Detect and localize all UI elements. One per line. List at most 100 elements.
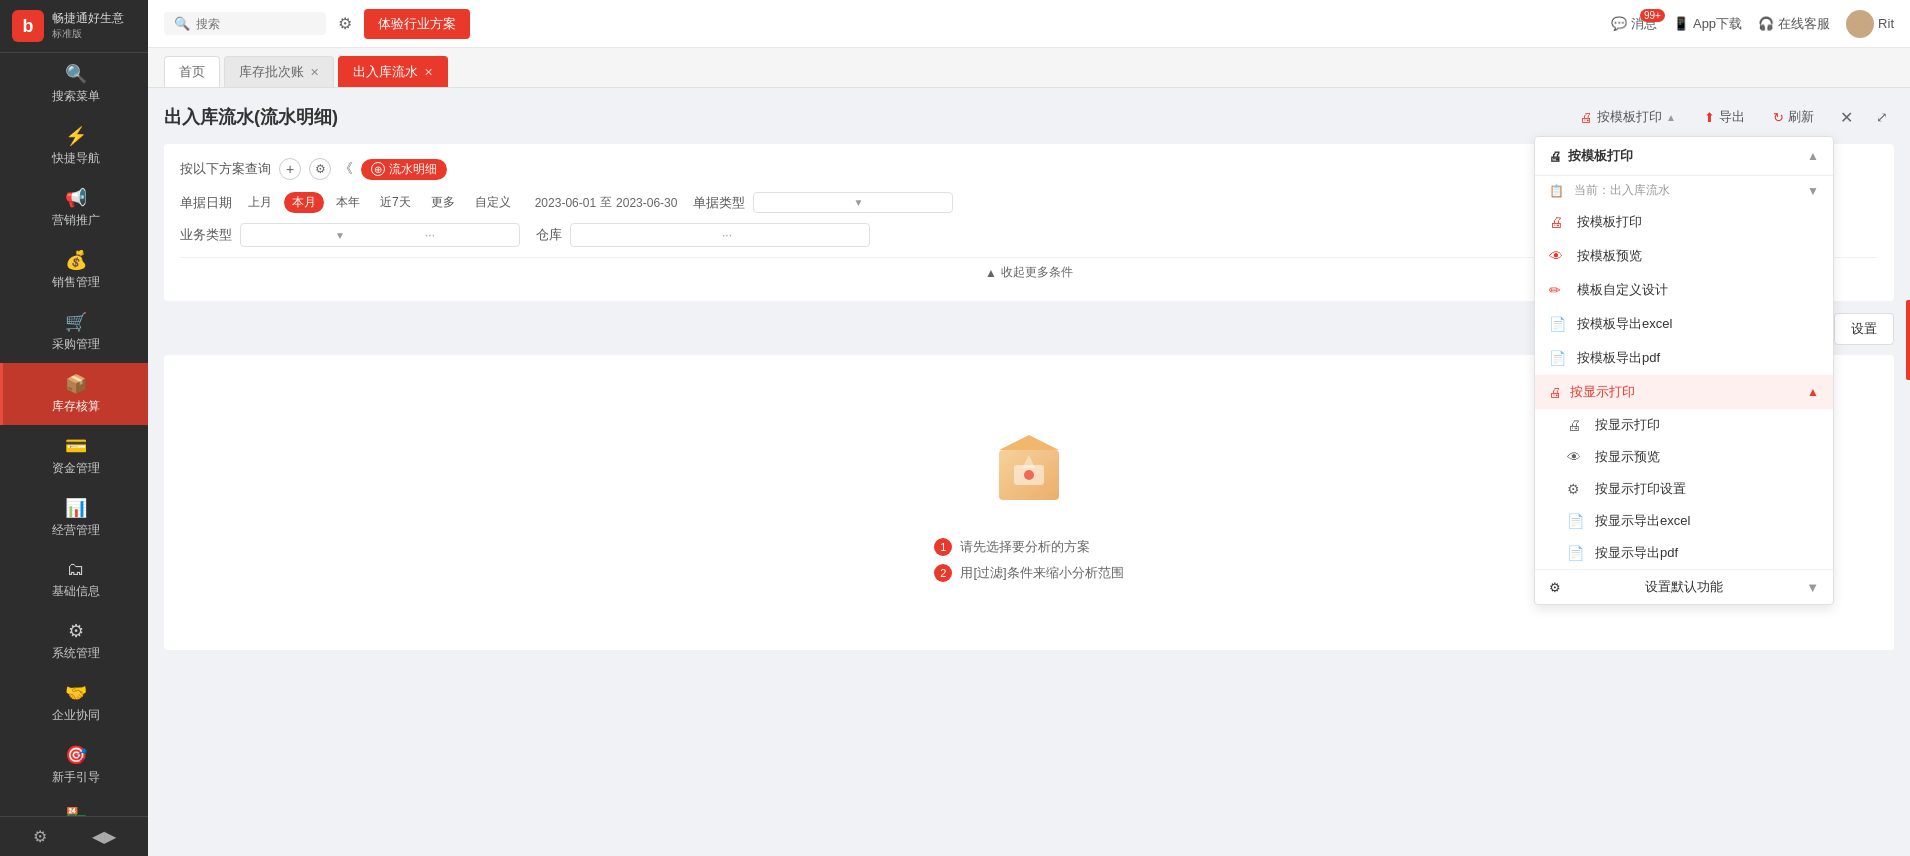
dropdown-item-template-preview[interactable]: 👁 按模板预览: [1535, 239, 1833, 273]
settings-button[interactable]: 设置: [1834, 313, 1894, 345]
system-icon: ⚙: [68, 620, 84, 642]
corp-icon: 🤝: [65, 682, 87, 704]
display-section-header[interactable]: 🖨 按显示打印 ▲: [1535, 375, 1833, 409]
dropdown-item-template-excel[interactable]: 📄 按模板导出excel: [1535, 307, 1833, 341]
dropdown-collapse-arrow[interactable]: ▲: [1807, 149, 1819, 163]
dropdown-footer-settings[interactable]: ⚙ 设置默认功能 ▼: [1535, 569, 1833, 604]
template-pdf-label: 按模板导出pdf: [1577, 349, 1660, 367]
display-section-arrow[interactable]: ▲: [1807, 385, 1819, 399]
template-excel-icon: 📄: [1549, 316, 1567, 332]
dropdown-current[interactable]: 📋 当前：出入库流水 ▼: [1535, 176, 1833, 205]
username-label: Rit: [1878, 16, 1894, 31]
app-name: 畅捷通好生意: [52, 11, 124, 27]
close-button[interactable]: ✕: [1834, 105, 1858, 129]
template-print-label: 按模板打印: [1577, 213, 1642, 231]
sidebar-item-purchase[interactable]: 🛒 采购管理: [0, 301, 148, 363]
dropdown-item-template-customize[interactable]: ✏ 模板自定义设计: [1535, 273, 1833, 307]
search-icon: 🔍: [65, 63, 87, 85]
filter-collapse-button[interactable]: 《: [339, 160, 353, 178]
user-profile[interactable]: Rit: [1846, 10, 1894, 38]
sidebar-item-appstore[interactable]: 🏪 应用中心: [0, 796, 148, 816]
sidebar-item-system[interactable]: ⚙ 系统管理: [0, 610, 148, 672]
sidebar-item-quick-nav[interactable]: ⚡ 快捷导航: [0, 115, 148, 177]
date-opt-this-month[interactable]: 本月: [284, 192, 324, 213]
industry-solution-button[interactable]: 体验行业方案: [364, 9, 470, 39]
sidebar-item-inventory[interactable]: 📦 库存核算: [0, 363, 148, 425]
display-print-icon: 🖨: [1567, 417, 1585, 433]
biz-type-label: 业务类型: [180, 226, 232, 244]
online-service-button[interactable]: 🎧 在线客服: [1758, 15, 1830, 33]
date-end: 2023-06-30: [616, 196, 677, 210]
date-opt-last-month[interactable]: 上月: [240, 192, 280, 213]
empty-svg-icon: [979, 415, 1079, 515]
sidebar-bottom: ⚙ ◀▶: [0, 816, 148, 856]
display-settings-icon: ⚙: [1567, 481, 1585, 497]
topbar-left: 🔍 ⚙ 体验行业方案: [164, 9, 470, 39]
sidebar: b 畅捷通好生意 标准版 🔍 搜索菜单 ⚡ 快捷导航 📢 营销推广 💰 销售管理…: [0, 0, 148, 856]
date-opt-this-year[interactable]: 本年: [328, 192, 368, 213]
date-opt-last-7days[interactable]: 近7天: [372, 192, 419, 213]
tab-flow[interactable]: 出入库流水 ✕: [338, 56, 448, 87]
topbar-gear-icon[interactable]: ⚙: [338, 14, 352, 33]
tab-batch-label: 库存批次账: [239, 63, 304, 81]
doc-type-select[interactable]: ▼: [753, 192, 953, 213]
tab-batch[interactable]: 库存批次账 ✕: [224, 56, 334, 87]
tab-flow-close[interactable]: ✕: [424, 66, 433, 79]
logo-area: b 畅捷通好生意 标准版: [0, 0, 148, 53]
print-template-button[interactable]: 🖨 按模板打印 ▲: [1572, 104, 1684, 130]
refresh-button[interactable]: ↻ 刷新: [1765, 104, 1822, 130]
dropdown-item-display-pdf[interactable]: 📄 按显示导出pdf: [1535, 537, 1833, 569]
display-pdf-label: 按显示导出pdf: [1595, 544, 1678, 562]
biz-type-more[interactable]: ···: [425, 228, 511, 242]
sidebar-item-finance[interactable]: 💳 资金管理: [0, 425, 148, 487]
sidebar-collapse-icon[interactable]: ◀▶: [92, 827, 116, 846]
date-filter: 单据日期 上月 本月 本年 近7天 更多 自定义 2023-06-01 至 20…: [180, 192, 677, 213]
collapse-up-icon: ▲: [985, 266, 997, 280]
display-print-label: 按显示打印: [1595, 416, 1660, 434]
tab-batch-close[interactable]: ✕: [310, 66, 319, 79]
sidebar-item-base[interactable]: 🗂 基础信息: [0, 549, 148, 610]
base-icon: 🗂: [67, 559, 85, 580]
biz-type-arrow: ▼: [335, 230, 421, 241]
sidebar-item-sales[interactable]: 💰 销售管理: [0, 239, 148, 301]
filter-settings-button[interactable]: ⚙: [309, 158, 331, 180]
sidebar-item-marketing[interactable]: 📢 营销推广: [0, 177, 148, 239]
expand-button[interactable]: ⤢: [1870, 105, 1894, 129]
sidebar-item-operation[interactable]: 📊 经营管理: [0, 487, 148, 549]
date-opt-custom[interactable]: 自定义: [467, 192, 519, 213]
app-download-button[interactable]: 📱 App下载: [1673, 15, 1742, 33]
biz-type-select[interactable]: ▼ ···: [240, 223, 520, 247]
sidebar-settings-icon[interactable]: ⚙: [33, 827, 47, 846]
date-filter-label: 单据日期: [180, 194, 232, 212]
footer-settings-arrow: ▼: [1806, 580, 1819, 595]
dropdown-item-display-preview[interactable]: 👁 按显示预览: [1535, 441, 1833, 473]
dropdown-item-template-print[interactable]: 🖨 按模板打印: [1535, 205, 1833, 239]
tab-home-label: 首页: [179, 63, 205, 81]
dropdown-item-display-settings[interactable]: ⚙ 按显示打印设置: [1535, 473, 1833, 505]
topbar-search-box[interactable]: 🔍: [164, 12, 326, 35]
dropdown-title: 🖨 按模板打印: [1549, 147, 1633, 165]
export-button[interactable]: ⬆ 导出: [1696, 104, 1753, 130]
refresh-label: 刷新: [1788, 108, 1814, 126]
message-button[interactable]: 💬 消息 99+: [1611, 15, 1657, 33]
date-opt-more[interactable]: 更多: [423, 192, 463, 213]
headset-icon: 🎧: [1758, 16, 1774, 31]
warehouse-select[interactable]: ···: [570, 223, 870, 247]
sidebar-item-guide[interactable]: 🎯 新手引导: [0, 734, 148, 796]
step-1-text: 请先选择要分析的方案: [960, 538, 1090, 556]
sidebar-item-search[interactable]: 🔍 搜索菜单: [0, 53, 148, 115]
doc-type-arrow: ▼: [853, 197, 944, 208]
filter-add-button[interactable]: +: [279, 158, 301, 180]
tab-home[interactable]: 首页: [164, 56, 220, 87]
display-preview-icon: 👁: [1567, 449, 1585, 465]
dropdown-item-template-pdf[interactable]: 📄 按模板导出pdf: [1535, 341, 1833, 375]
dropdown-item-display-print[interactable]: 🖨 按显示打印: [1535, 409, 1833, 441]
current-doc-icon: 📋: [1549, 184, 1564, 198]
print-dropdown-arrow[interactable]: ▲: [1666, 112, 1676, 123]
sidebar-item-corp[interactable]: 🤝 企业协同: [0, 672, 148, 734]
filter-tag[interactable]: ⊕ 流水明细: [361, 159, 447, 180]
topbar-search-input[interactable]: [196, 17, 316, 31]
warehouse-more[interactable]: ···: [722, 228, 861, 242]
online-service-label: 在线客服: [1778, 15, 1830, 33]
dropdown-item-display-excel[interactable]: 📄 按显示导出excel: [1535, 505, 1833, 537]
